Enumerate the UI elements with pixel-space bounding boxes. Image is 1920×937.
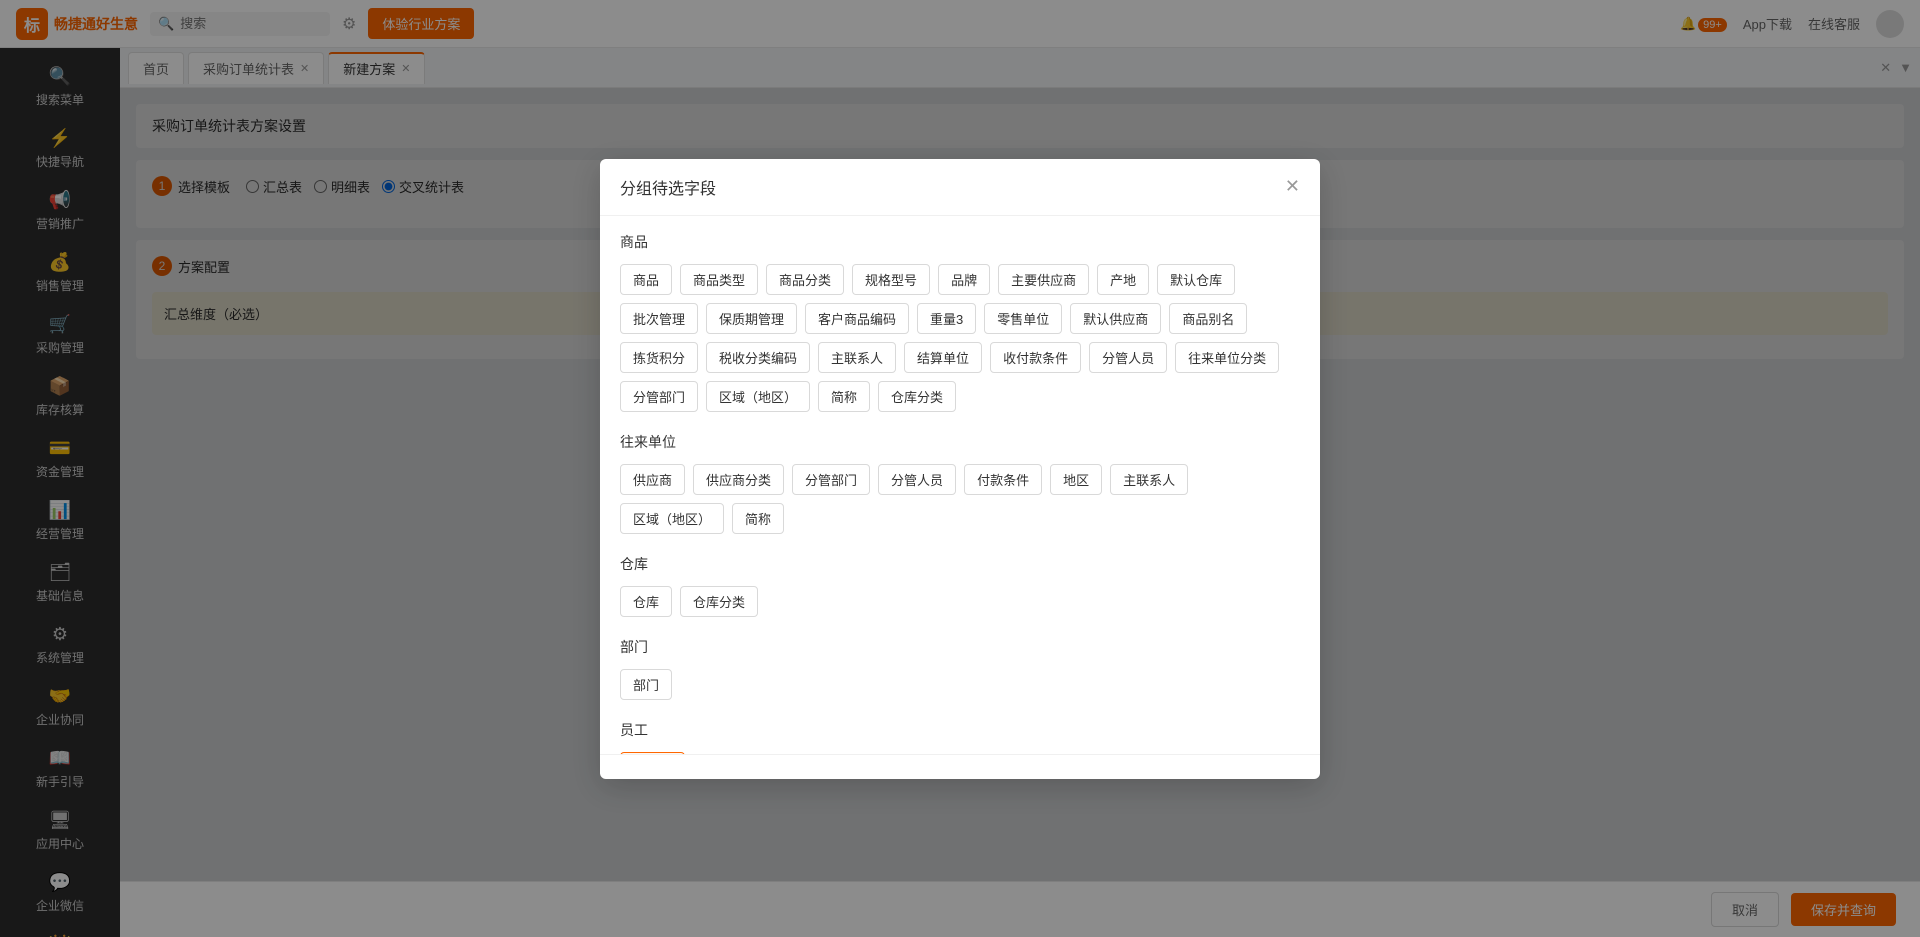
field-tag-settlement-unit[interactable]: 结算单位 (904, 342, 982, 373)
field-tag-default-warehouse[interactable]: 默认仓库 (1157, 264, 1235, 295)
section-warehouse-tags: 仓库 仓库分类 (620, 586, 1300, 617)
modal-close-button[interactable]: ✕ (1285, 176, 1300, 197)
field-tag-main-supplier[interactable]: 主要供应商 (998, 264, 1089, 295)
modal-overlay: 分组待选字段 ✕ 商品 商品 商品类型 商品分类 规格型号 品牌 主要供应商 产… (0, 0, 1920, 937)
field-tag-batch-mgmt[interactable]: 批次管理 (620, 303, 698, 334)
section-warehouse-title: 仓库 (620, 554, 1300, 574)
field-tag-retail-unit[interactable]: 零售单位 (984, 303, 1062, 334)
section-department: 部门 部门 (620, 637, 1300, 700)
modal-header: 分组待选字段 ✕ (600, 159, 1320, 216)
field-tag-tax-code[interactable]: 税收分类编码 (706, 342, 810, 373)
field-tag-supplier-category[interactable]: 供应商分类 (693, 464, 784, 495)
field-tag-origin[interactable]: 产地 (1097, 264, 1149, 295)
field-tag-warehouse-category[interactable]: 仓库分类 (878, 381, 956, 412)
field-tag-main-contact2[interactable]: 主联系人 (1110, 464, 1188, 495)
field-tag-dept[interactable]: 分管部门 (620, 381, 698, 412)
modal-body: 商品 商品 商品类型 商品分类 规格型号 品牌 主要供应商 产地 默认仓库 批次… (600, 216, 1320, 754)
field-tag-warehouse-cat[interactable]: 仓库分类 (680, 586, 758, 617)
field-tag-product[interactable]: 商品 (620, 264, 672, 295)
field-tag-manager[interactable]: 分管人员 (1089, 342, 1167, 373)
section-product-title: 商品 (620, 232, 1300, 252)
section-partner: 往来单位 供应商 供应商分类 分管部门 分管人员 付款条件 地区 主联系人 区域… (620, 432, 1300, 534)
field-tag-district[interactable]: 地区 (1050, 464, 1102, 495)
field-tag-warehouse[interactable]: 仓库 (620, 586, 672, 617)
field-tag-alias[interactable]: 商品别名 (1169, 303, 1247, 334)
section-employee-title: 员工 (620, 720, 1300, 740)
field-tag-spec-model[interactable]: 规格型号 (852, 264, 930, 295)
field-tag-main-contact[interactable]: 主联系人 (818, 342, 896, 373)
field-tag-default-supplier[interactable]: 默认供应商 (1070, 303, 1161, 334)
field-tag-customer-code[interactable]: 客户商品编码 (805, 303, 909, 334)
field-tag-partner-category[interactable]: 往来单位分类 (1175, 342, 1279, 373)
field-tag-supplier[interactable]: 供应商 (620, 464, 685, 495)
field-tag-mgmt-person[interactable]: 分管人员 (878, 464, 956, 495)
section-product-tags: 商品 商品类型 商品分类 规格型号 品牌 主要供应商 产地 默认仓库 批次管理 … (620, 264, 1300, 412)
field-tag-product-type[interactable]: 商品类型 (680, 264, 758, 295)
section-warehouse: 仓库 仓库 仓库分类 (620, 554, 1300, 617)
field-select-modal: 分组待选字段 ✕ 商品 商品 商品类型 商品分类 规格型号 品牌 主要供应商 产… (600, 159, 1320, 779)
field-tag-region[interactable]: 区域（地区） (706, 381, 810, 412)
section-employee: 员工 业务员 (620, 720, 1300, 754)
section-partner-title: 往来单位 (620, 432, 1300, 452)
field-tag-short-name2[interactable]: 简称 (732, 503, 784, 534)
field-tag-expiry-mgmt[interactable]: 保质期管理 (706, 303, 797, 334)
field-tag-area-region[interactable]: 区域（地区） (620, 503, 724, 534)
section-department-tags: 部门 (620, 669, 1300, 700)
section-partner-tags: 供应商 供应商分类 分管部门 分管人员 付款条件 地区 主联系人 区域（地区） … (620, 464, 1300, 534)
field-tag-pay-condition[interactable]: 付款条件 (964, 464, 1042, 495)
modal-title: 分组待选字段 (620, 175, 716, 199)
field-tag-mgmt-dept[interactable]: 分管部门 (792, 464, 870, 495)
field-tag-department[interactable]: 部门 (620, 669, 672, 700)
field-tag-pick-score[interactable]: 拣货积分 (620, 342, 698, 373)
field-tag-shortname[interactable]: 简称 (818, 381, 870, 412)
modal-footer (600, 754, 1320, 779)
section-product: 商品 商品 商品类型 商品分类 规格型号 品牌 主要供应商 产地 默认仓库 批次… (620, 232, 1300, 412)
field-tag-weight3[interactable]: 重量3 (917, 303, 976, 334)
section-department-title: 部门 (620, 637, 1300, 657)
field-tag-brand[interactable]: 品牌 (938, 264, 990, 295)
field-tag-product-category[interactable]: 商品分类 (766, 264, 844, 295)
field-tag-payment-terms[interactable]: 收付款条件 (990, 342, 1081, 373)
